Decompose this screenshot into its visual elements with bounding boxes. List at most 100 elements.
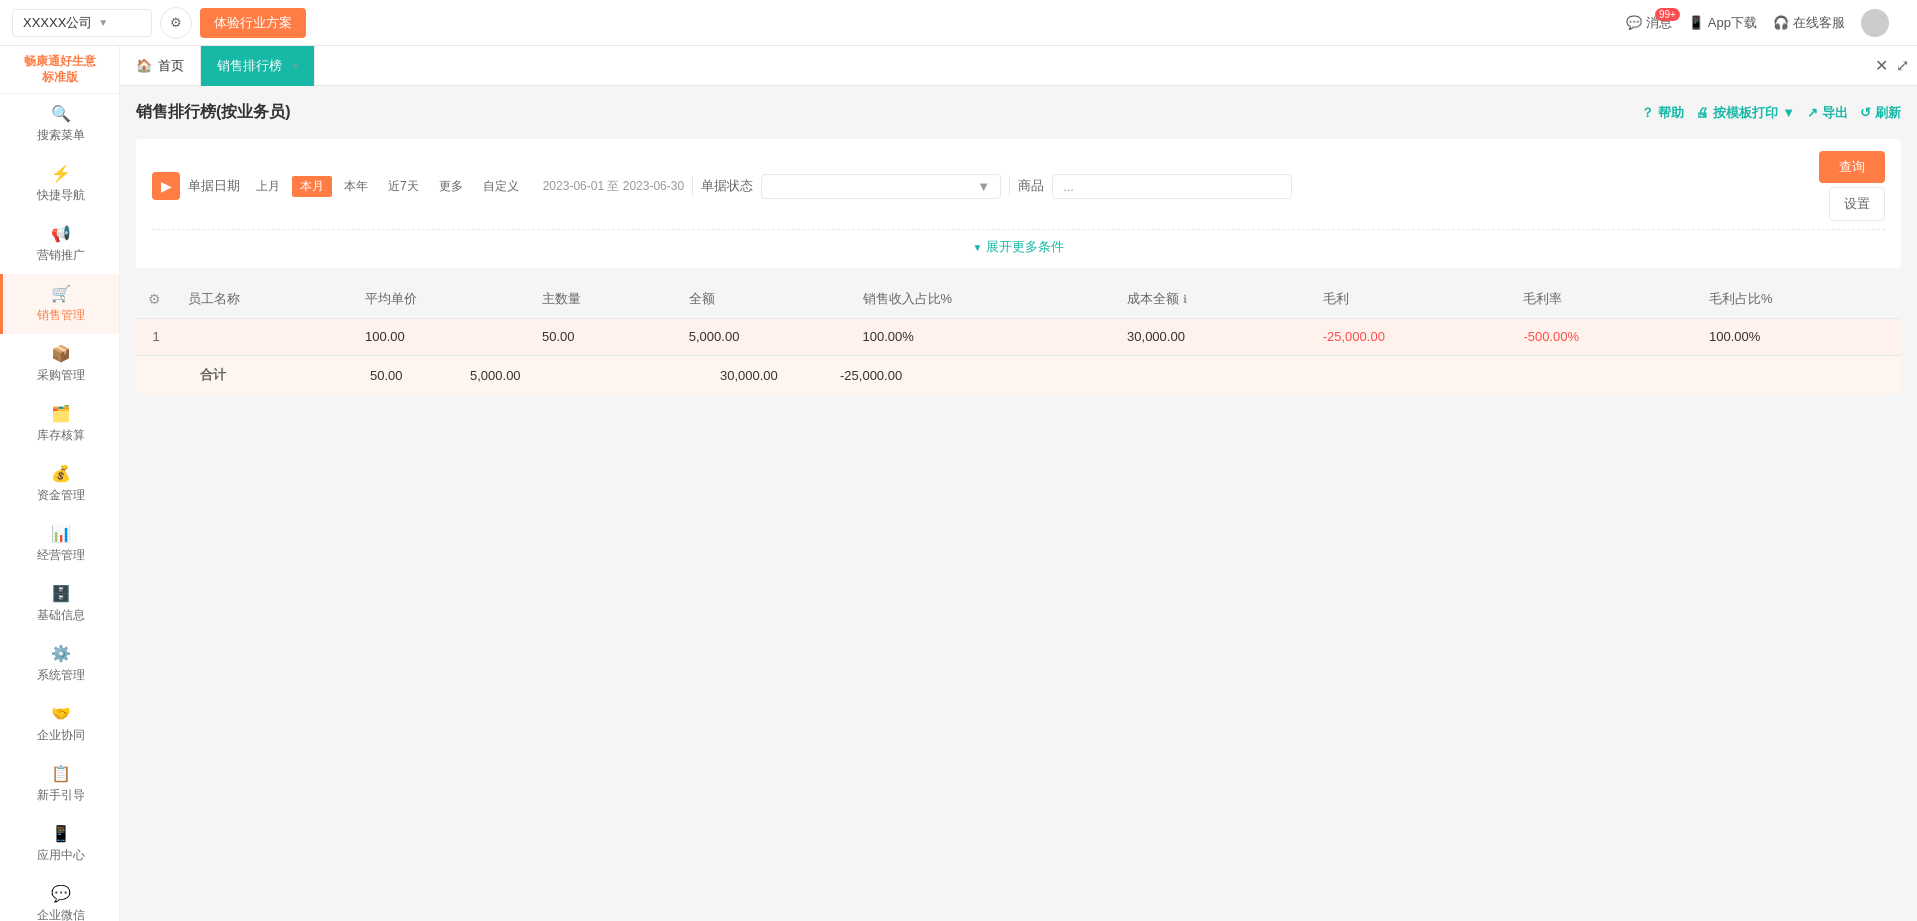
trial-button[interactable]: 体验行业方案 <box>200 8 306 38</box>
sidebar-item-label: 库存核算 <box>37 427 85 444</box>
cost-cell: 30,000.00 <box>1115 319 1311 355</box>
employee-cell <box>176 319 353 355</box>
sidebar-item-operations[interactable]: 📊 经营管理 <box>0 514 119 574</box>
filter-section: 单据日期 上月本月本年近7天更多自定义 2023-06-01 至 2023-06… <box>188 174 1819 199</box>
goods-placeholder: ... <box>1063 179 1074 194</box>
settings-button[interactable]: ⚙ <box>160 7 192 39</box>
chevron-down-icon: ▼ <box>98 17 108 28</box>
sidebar-item-shortcut[interactable]: ⚡ 快捷导航 <box>0 154 119 214</box>
th-employee: 员工名称 <box>176 280 353 319</box>
sidebar-item-sales[interactable]: 🛒 销售管理 <box>0 274 119 334</box>
query-button[interactable]: 查询 <box>1819 151 1885 183</box>
tab-home[interactable]: 🏠 首页 <box>120 46 201 86</box>
app-download-button[interactable]: 📱 App下载 <box>1688 14 1757 32</box>
filter-actions: 查询 设置 <box>1819 151 1885 221</box>
th-avg-price: 平均单价 <box>353 280 530 319</box>
purchase-icon: 📦 <box>51 344 71 363</box>
sidebar-item-label: 系统管理 <box>37 667 85 684</box>
export-icon: ↗ <box>1807 105 1818 120</box>
date-tab-本月[interactable]: 本月 <box>292 176 332 197</box>
message-button[interactable]: 💬 消息 99+ <box>1626 14 1672 32</box>
divider <box>692 176 693 196</box>
date-tab-更多[interactable]: 更多 <box>431 176 471 197</box>
logo-text: 畅康通好生意 标准版 <box>24 54 96 85</box>
info-icon[interactable]: ℹ <box>1183 293 1187 306</box>
sidebar-item-marketing[interactable]: 📢 营销推广 <box>0 214 119 274</box>
phone-icon: 📱 <box>1688 15 1704 30</box>
th-settings[interactable]: ⚙ <box>136 280 176 319</box>
sidebar-item-wechat[interactable]: 💬 企业微信 <box>0 874 119 921</box>
close-window-button[interactable]: ✕ <box>1875 56 1888 75</box>
maximize-window-button[interactable]: ⤢ <box>1896 56 1909 75</box>
qty-cell: 50.00 <box>530 319 677 355</box>
footer-profit: -25,000.00 <box>828 368 914 383</box>
page-content: 销售排行榜(按业务员) ？ 帮助 🖨 按模板打印 ▼ ↗ <box>120 86 1917 921</box>
sidebar-item-label: 基础信息 <box>37 607 85 624</box>
date-tab-本年[interactable]: 本年 <box>336 176 376 197</box>
online-service-button[interactable]: 🎧 在线客服 <box>1773 14 1845 32</box>
goods-select[interactable]: ... <box>1052 174 1292 199</box>
content-area: 🏠 首页 销售排行榜 × ✕ ⤢ 销售排行榜(按业务员) <box>120 46 1917 921</box>
sidebar-item-purchase[interactable]: 📦 采购管理 <box>0 334 119 394</box>
date-tab-自定义[interactable]: 自定义 <box>475 176 527 197</box>
sidebar-item-finance[interactable]: 💰 资金管理 <box>0 454 119 514</box>
sidebar-item-search[interactable]: 🔍 搜索菜单 <box>0 94 119 154</box>
sidebar-item-system[interactable]: ⚙️ 系统管理 <box>0 634 119 694</box>
sidebar-item-label: 企业协同 <box>37 727 85 744</box>
sidebar-item-label: 搜索菜单 <box>37 127 85 144</box>
sales-ratio-cell: 100.00% <box>851 319 1116 355</box>
print-button[interactable]: 🖨 按模板打印 ▼ <box>1696 104 1795 122</box>
top-bar: XXXXX公司 ▼ ⚙ 体验行业方案 💬 消息 99+ 📱 App下载 🎧 在线… <box>0 0 1917 46</box>
sidebar-item-label: 新手引导 <box>37 787 85 804</box>
apps-icon: 📱 <box>51 824 71 843</box>
help-link[interactable]: ？ 帮助 <box>1641 104 1684 122</box>
page-title-row: 销售排行榜(按业务员) ？ 帮助 🖨 按模板打印 ▼ ↗ <box>136 102 1901 123</box>
footer-amount: 5,000.00 <box>458 368 578 383</box>
th-sales-ratio: 销售收入占比% <box>851 280 1116 319</box>
refresh-button[interactable]: ↺ 刷新 <box>1860 104 1901 122</box>
logo-area: 畅康通好生意 标准版 <box>0 46 119 94</box>
export-button[interactable]: ↗ 导出 <box>1807 104 1848 122</box>
avg-price-cell: 100.00 <box>353 319 530 355</box>
page-title: 销售排行榜(按业务员) <box>136 102 291 123</box>
wechat-icon: 💬 <box>51 884 71 903</box>
finance-icon: 💰 <box>51 464 71 483</box>
status-select[interactable]: ▼ <box>761 174 1001 199</box>
th-amount: 全额 <box>677 280 851 319</box>
th-profit-rate: 毛利率 <box>1511 280 1697 319</box>
profit-rate-cell: -500.00% <box>1511 319 1697 355</box>
sidebar-item-guide[interactable]: 📋 新手引导 <box>0 754 119 814</box>
company-name: XXXXX公司 <box>23 14 92 32</box>
sidebar-item-apps[interactable]: 📱 应用中心 <box>0 814 119 874</box>
sidebar-item-label: 经营管理 <box>37 547 85 564</box>
tab-close-icon[interactable]: × <box>292 60 298 72</box>
tab-sales-rank[interactable]: 销售排行榜 × <box>201 46 315 86</box>
company-selector[interactable]: XXXXX公司 ▼ <box>12 9 152 37</box>
sidebar-item-label: 销售管理 <box>37 307 85 324</box>
shortcut-icon: ⚡ <box>51 164 71 183</box>
date-tab-近7天[interactable]: 近7天 <box>380 176 427 197</box>
sidebar-item-basic[interactable]: 🗄️ 基础信息 <box>0 574 119 634</box>
sidebar-item-inventory[interactable]: 🗂️ 库存核算 <box>0 394 119 454</box>
sidebar-item-collab[interactable]: 🤝 企业协同 <box>0 694 119 754</box>
page-actions: ？ 帮助 🖨 按模板打印 ▼ ↗ 导出 ↺ <box>1641 104 1901 122</box>
tab-right-actions: ✕ ⤢ <box>1875 56 1917 75</box>
expand-more-button[interactable]: ▼ 展开更多条件 <box>152 229 1885 256</box>
rank-cell: 1 <box>136 319 176 355</box>
profit-ratio-cell: 100.00% <box>1697 319 1901 355</box>
settings-button[interactable]: 设置 <box>1829 187 1885 221</box>
avatar[interactable] <box>1861 9 1889 37</box>
divider2 <box>1009 176 1010 196</box>
footer-qty: 50.00 <box>358 368 458 383</box>
table-header-row: ⚙ 员工名称 平均单价 主数量 全额 销售收入占比% 成本全额 ℹ <box>136 280 1901 319</box>
collapse-filter-button[interactable]: ▶ <box>152 172 180 200</box>
sidebar-item-label: 营销推广 <box>37 247 85 264</box>
date-tab-上月[interactable]: 上月 <box>248 176 288 197</box>
message-badge: 99+ <box>1655 8 1680 21</box>
sidebar-item-label: 应用中心 <box>37 847 85 864</box>
sidebar-item-label: 资金管理 <box>37 487 85 504</box>
date-tabs: 上月本月本年近7天更多自定义 <box>248 176 527 197</box>
top-right-actions: 💬 消息 99+ 📱 App下载 🎧 在线客服 <box>1626 9 1905 37</box>
table-body: 1 100.00 50.00 5,000.00 100.00% 30,000.0… <box>136 319 1901 355</box>
goods-label: 商品 <box>1018 177 1044 195</box>
